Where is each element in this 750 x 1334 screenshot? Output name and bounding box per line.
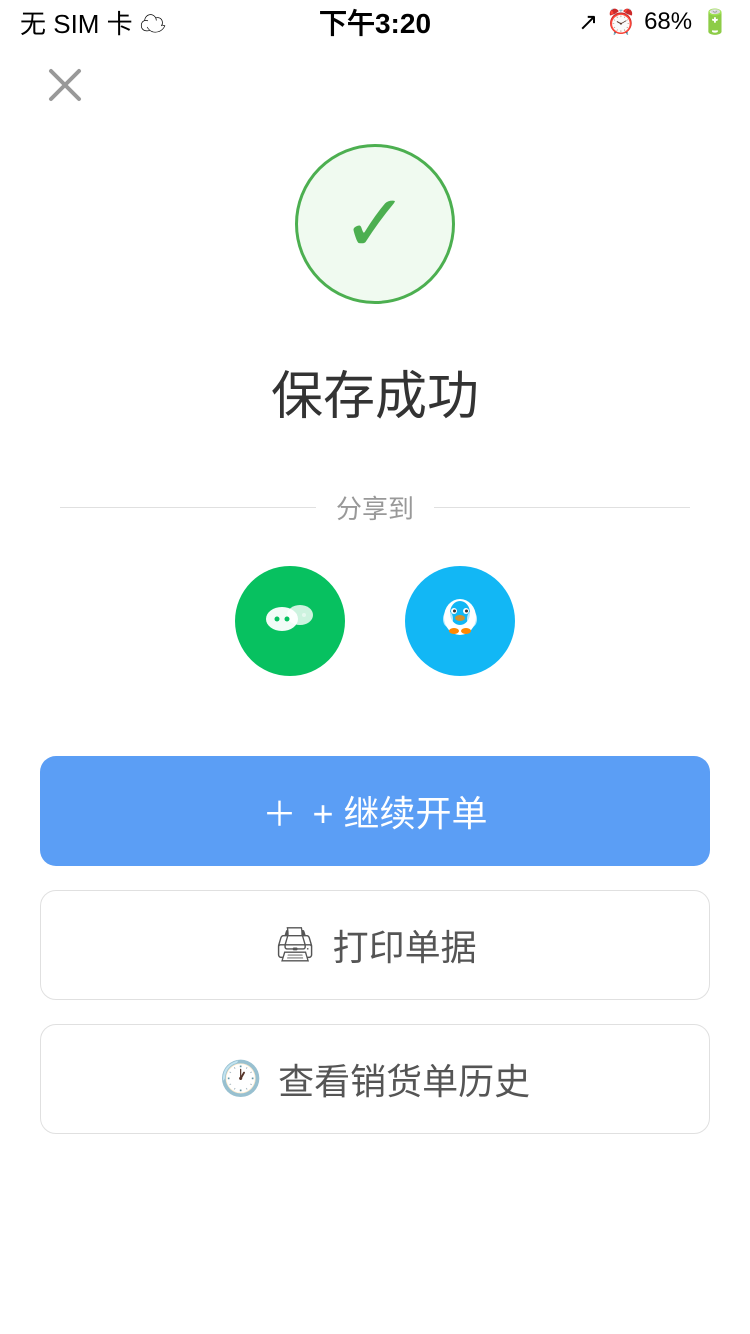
checkmark-icon: ✓ [341, 184, 408, 264]
close-icon [47, 67, 83, 103]
print-button[interactable]: 🖨 打印单据 [40, 890, 710, 1000]
continue-label: + 继续开单 [312, 785, 487, 837]
qq-icon [428, 589, 492, 653]
close-button[interactable] [40, 60, 90, 110]
print-icon: 🖨 [273, 925, 316, 965]
success-title: 保存成功 [271, 354, 479, 429]
share-divider: 分享到 [0, 489, 750, 526]
share-label: 分享到 [316, 489, 434, 526]
divider-line-left [60, 507, 316, 508]
action-buttons: ＋ + 继续开单 🖨 打印单据 🕐 查看销货单历史 [0, 756, 750, 1134]
history-button[interactable]: 🕐 查看销货单历史 [40, 1024, 710, 1134]
status-left: 无 SIM 卡 ☁ [20, 4, 166, 41]
share-icons-container [235, 566, 515, 676]
success-circle: ✓ [295, 144, 455, 304]
alarm-icon: ⏰ [606, 8, 636, 37]
wechat-share-button[interactable] [235, 566, 345, 676]
continue-button[interactable]: ＋ + 继续开单 [40, 756, 710, 866]
history-icon: 🕐 [220, 1059, 262, 1099]
location-icon: ↗ [578, 8, 598, 37]
status-time: 下午3:20 [319, 2, 431, 42]
wechat-icon [258, 589, 322, 653]
status-bar: 无 SIM 卡 ☁ 下午3:20 ↗ ⏰ 68% 🔋 [0, 0, 750, 44]
main-content: ✓ 保存成功 分享到 [0, 44, 750, 1134]
sim-status: 无 SIM 卡 ☁ [20, 4, 166, 41]
qq-share-button[interactable] [405, 566, 515, 676]
divider-line-right [434, 507, 690, 508]
print-label: 打印单据 [333, 919, 477, 971]
battery-level: 68% [644, 8, 692, 36]
continue-icon: ＋ [262, 787, 296, 836]
history-label: 查看销货单历史 [278, 1053, 530, 1105]
status-right: ↗ ⏰ 68% 🔋 [578, 8, 730, 37]
battery-icon: 🔋 [700, 8, 730, 37]
